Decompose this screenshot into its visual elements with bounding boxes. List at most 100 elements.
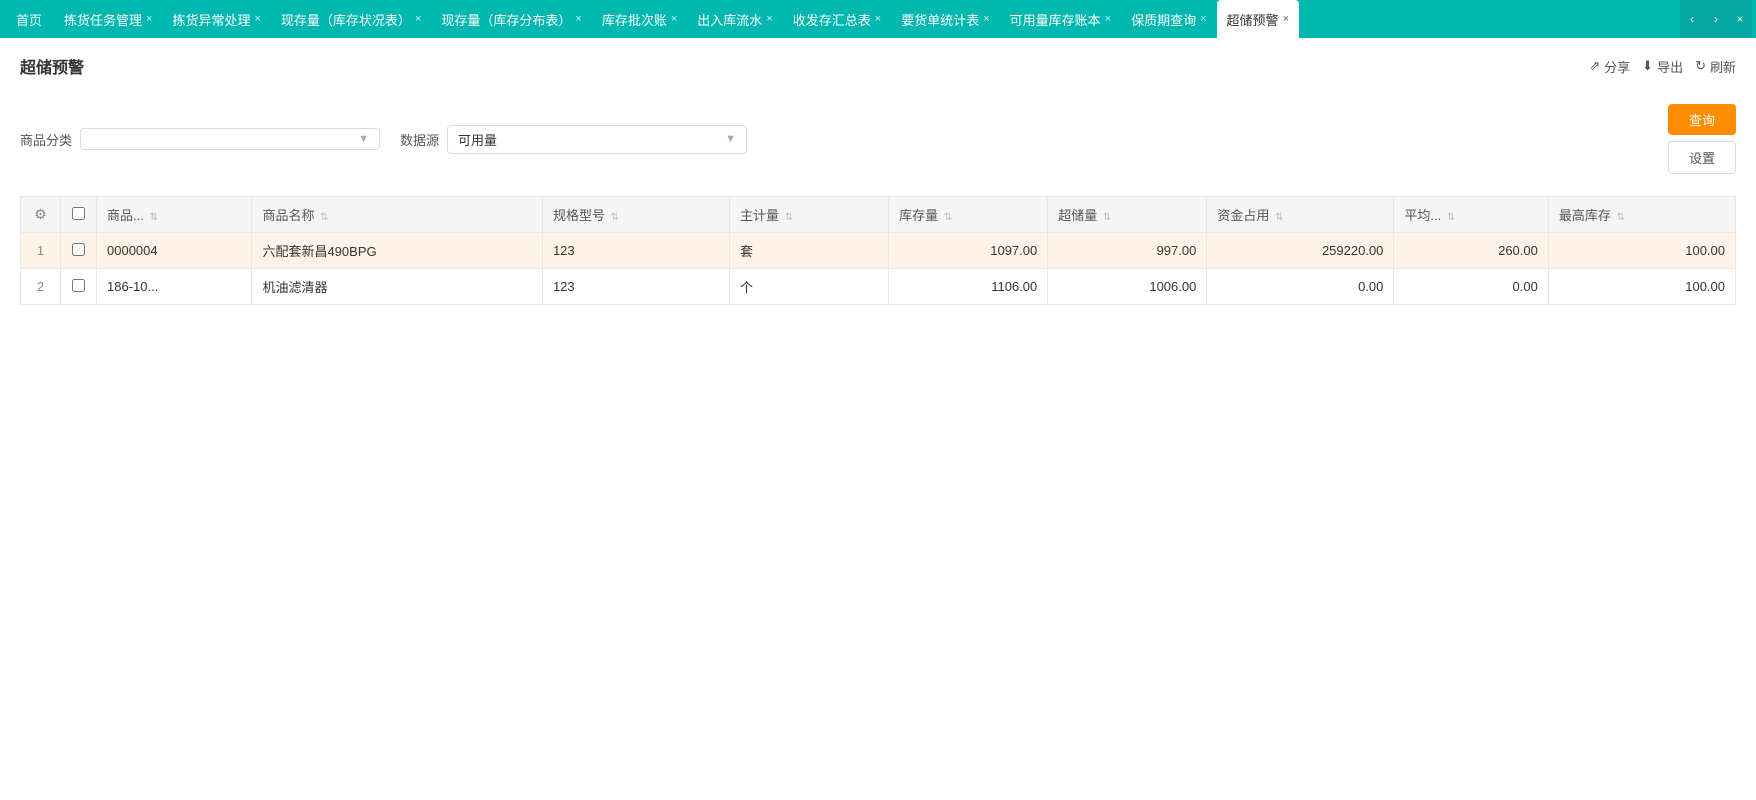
nav-tab-7[interactable]: 要货单统计表 × [891,0,999,38]
category-label: 商品分类 [20,130,72,149]
nav-prev-button[interactable]: ‹ [1680,0,1704,38]
nav-close-3[interactable]: × [575,13,581,25]
select-all-checkbox[interactable] [72,207,85,220]
col-unit: 主计量 ⇅ [730,197,889,233]
col-spec: 规格型号 ⇅ [542,197,729,233]
row-overstock-1: 1006.00 [1048,269,1207,305]
nav-close-7[interactable]: × [983,13,989,25]
nav-arrows: ‹ › × [1680,0,1752,38]
export-icon: ⬇ [1642,58,1653,74]
nav-tab-3[interactable]: 现存量（库存分布表） × [431,0,591,38]
nav-close-4[interactable]: × [671,13,677,25]
page-header: 超储预警 ⇗ 分享 ⬇ 导出 ↻ 刷新 [20,54,1736,78]
nav-close-5[interactable]: × [766,13,772,25]
col-settings: ⚙ [21,197,61,233]
nav-close-6[interactable]: × [875,13,881,25]
row-select-0[interactable] [72,243,85,256]
row-capital-1: 0.00 [1207,269,1394,305]
sort-icon-unit[interactable]: ⇅ [785,212,793,223]
datasource-value: 可用量 [458,130,497,149]
filter-bar: 商品分类 ▼ 数据源 可用量 ▼ 查询 设置 [20,94,1736,184]
page-title: 超储预警 [20,54,84,78]
row-code-0: 0000004 [97,233,252,269]
nav-home[interactable]: 首页 [4,10,54,29]
col-stock: 库存量 ⇅ [889,197,1048,233]
row-stock-1: 1106.00 [889,269,1048,305]
nav-close-9[interactable]: × [1200,13,1206,25]
query-button[interactable]: 查询 [1668,104,1736,135]
refresh-icon: ↻ [1695,58,1706,74]
sort-icon-overstock[interactable]: ⇅ [1103,212,1111,223]
row-num-1: 2 [21,269,61,305]
row-avg-0: 260.00 [1394,233,1548,269]
chevron-down-icon: ▼ [358,133,369,145]
sort-icon-spec[interactable]: ⇅ [611,212,619,223]
row-code-1: 186-10... [97,269,252,305]
export-label: 导出 [1657,57,1683,76]
nav-close-8[interactable]: × [1105,13,1111,25]
filter-btn-group: 查询 设置 [1668,104,1736,174]
row-overstock-0: 997.00 [1048,233,1207,269]
nav-tab-5[interactable]: 出入库流水 × [687,0,782,38]
sort-icon-avg[interactable]: ⇅ [1447,212,1455,223]
row-checkbox-0 [61,233,97,269]
nav-close-0[interactable]: × [146,13,152,25]
table-row: 2 186-10... 机油滤清器 123 个 1106.00 1006.00 … [21,269,1736,305]
sort-icon-name[interactable]: ⇅ [320,212,328,223]
row-name-0: 六配套新昌490BPG [252,233,543,269]
row-unit-1: 个 [730,269,889,305]
nav-tab-0[interactable]: 拣货任务管理 × [54,0,162,38]
col-overstock: 超储量 ⇅ [1048,197,1207,233]
nav-close-10[interactable]: × [1283,13,1289,25]
nav-tab-8[interactable]: 可用量库存账本 × [1000,0,1121,38]
datasource-label: 数据源 [400,130,439,149]
row-spec-1: 123 [542,269,729,305]
nav-tab-6[interactable]: 收发存汇总表 × [783,0,891,38]
share-label: 分享 [1604,57,1630,76]
sort-icon-code[interactable]: ⇅ [149,212,157,223]
row-maxstock-0: 100.00 [1548,233,1735,269]
row-name-1: 机油滤清器 [252,269,543,305]
datasource-filter: 数据源 可用量 ▼ [400,125,747,154]
nav-tab-10[interactable]: 超储预警 × [1217,0,1299,38]
nav-tab-2[interactable]: 现存量（库存状况表） × [271,0,431,38]
nav-close-2[interactable]: × [415,13,421,25]
nav-tab-4[interactable]: 库存批次账 × [592,0,687,38]
row-unit-0: 套 [730,233,889,269]
nav-next-button[interactable]: › [1704,0,1728,38]
data-table: ⚙ 商品... ⇅ 商品名称 ⇅ 规格型号 ⇅ 主计量 [20,196,1736,305]
refresh-label: 刷新 [1710,57,1736,76]
chevron-down-icon-2: ▼ [725,133,736,145]
category-filter: 商品分类 ▼ [20,128,380,150]
row-capital-0: 259220.00 [1207,233,1394,269]
table-body: 1 0000004 六配套新昌490BPG 123 套 1097.00 997.… [21,233,1736,305]
row-select-1[interactable] [72,279,85,292]
category-select[interactable]: ▼ [80,128,380,150]
nav-tab-9[interactable]: 保质期查询 × [1121,0,1216,38]
header-actions: ⇗ 分享 ⬇ 导出 ↻ 刷新 [1589,57,1736,76]
sort-icon-stock[interactable]: ⇅ [944,212,952,223]
col-capital: 资金占用 ⇅ [1207,197,1394,233]
nav-close-all-button[interactable]: × [1728,0,1752,38]
datasource-select[interactable]: 可用量 ▼ [447,125,747,154]
col-avg: 平均... ⇅ [1394,197,1548,233]
top-nav: 首页 拣货任务管理 × 拣货异常处理 × 现存量（库存状况表） × 现存量（库存… [0,0,1756,38]
settings-button[interactable]: 设置 [1668,141,1736,174]
sort-icon-maxstock[interactable]: ⇅ [1617,212,1625,223]
gear-icon[interactable]: ⚙ [34,206,47,222]
row-stock-0: 1097.00 [889,233,1048,269]
row-maxstock-1: 100.00 [1548,269,1735,305]
export-button[interactable]: ⬇ 导出 [1642,57,1683,76]
share-button[interactable]: ⇗ 分享 [1589,57,1630,76]
col-name: 商品名称 ⇅ [252,197,543,233]
refresh-button[interactable]: ↻ 刷新 [1695,57,1736,76]
page-content: 超储预警 ⇗ 分享 ⬇ 导出 ↻ 刷新 商品分类 ▼ 数据源 [0,38,1756,321]
col-checkbox [61,197,97,233]
table-header-row: ⚙ 商品... ⇅ 商品名称 ⇅ 规格型号 ⇅ 主计量 [21,197,1736,233]
nav-tab-1[interactable]: 拣货异常处理 × [162,0,270,38]
nav-close-1[interactable]: × [254,13,260,25]
row-num-0: 1 [21,233,61,269]
col-maxstock: 最高库存 ⇅ [1548,197,1735,233]
sort-icon-capital[interactable]: ⇅ [1275,212,1283,223]
row-avg-1: 0.00 [1394,269,1548,305]
